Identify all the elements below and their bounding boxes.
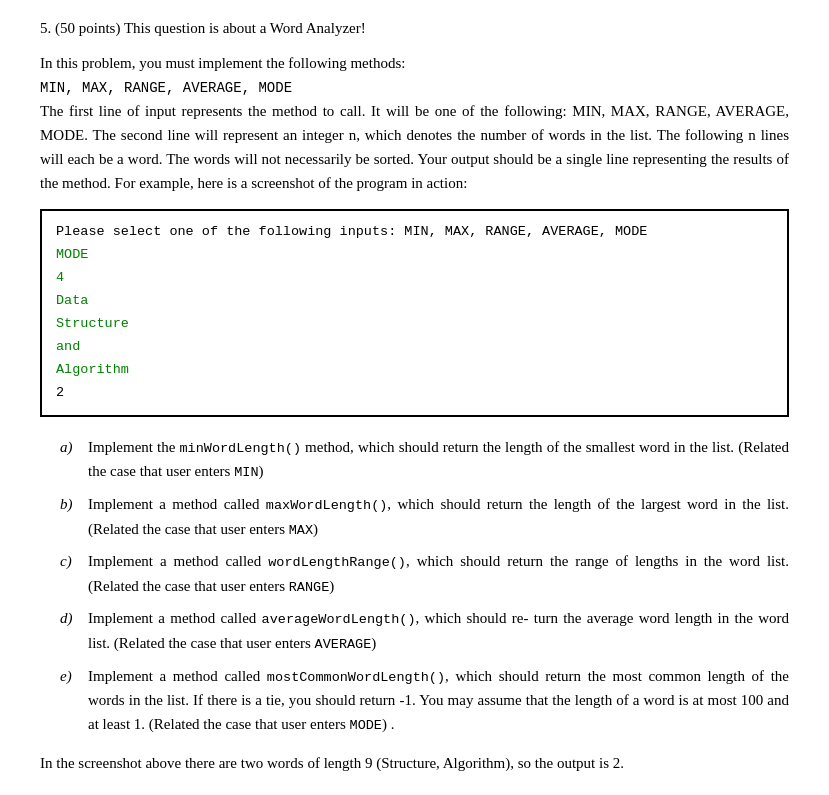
sub-item-d-text: Implement a method called averageWordLen… bbox=[88, 606, 789, 655]
code-line-2: MODE bbox=[56, 244, 773, 267]
sub-item-e-label: e) bbox=[60, 664, 88, 737]
sub-item-b-text: Implement a method called maxWordLength(… bbox=[88, 492, 789, 541]
footer-paragraph: In the screenshot above there are two wo… bbox=[40, 751, 789, 775]
description-text: The first line of input represents the m… bbox=[40, 99, 789, 195]
sub-item-b-label: b) bbox=[60, 492, 88, 541]
code-line-6: and bbox=[56, 336, 773, 359]
sub-item-c-label: c) bbox=[60, 549, 88, 598]
sub-item-c: c) Implement a method called wordLengthR… bbox=[60, 549, 789, 598]
sub-item-a-label: a) bbox=[60, 435, 88, 484]
sub-item-d-label: d) bbox=[60, 606, 88, 655]
sub-items-list: a) Implement the minWordLength() method,… bbox=[60, 435, 789, 737]
question-header: 5. (50 points) This question is about a … bbox=[40, 20, 789, 37]
code-line-8: 2 bbox=[56, 382, 773, 405]
intro-line1: In this problem, you must implement the … bbox=[40, 51, 789, 75]
methods-code: MIN, MAX, RANGE, AVERAGE, MODE bbox=[40, 75, 789, 99]
sub-item-b: b) Implement a method called maxWordLeng… bbox=[60, 492, 789, 541]
sub-item-d: d) Implement a method called averageWord… bbox=[60, 606, 789, 655]
sub-item-a: a) Implement the minWordLength() method,… bbox=[60, 435, 789, 484]
question-body: In this problem, you must implement the … bbox=[40, 51, 789, 195]
question-title: 5. (50 points) This question is about a … bbox=[40, 20, 789, 37]
code-line-7: Algorithm bbox=[56, 359, 773, 382]
footer-text: In the screenshot above there are two wo… bbox=[40, 751, 789, 775]
code-block: Please select one of the following input… bbox=[40, 209, 789, 417]
sub-item-a-text: Implement the minWordLength() method, wh… bbox=[88, 435, 789, 484]
sub-item-e: e) Implement a method called mostCommonW… bbox=[60, 664, 789, 737]
sub-item-e-text: Implement a method called mostCommonWord… bbox=[88, 664, 789, 737]
code-line-3: 4 bbox=[56, 267, 773, 290]
code-line-5: Structure bbox=[56, 313, 773, 336]
sub-item-c-text: Implement a method called wordLengthRang… bbox=[88, 549, 789, 598]
code-line-1: Please select one of the following input… bbox=[56, 221, 773, 244]
code-line-4: Data bbox=[56, 290, 773, 313]
